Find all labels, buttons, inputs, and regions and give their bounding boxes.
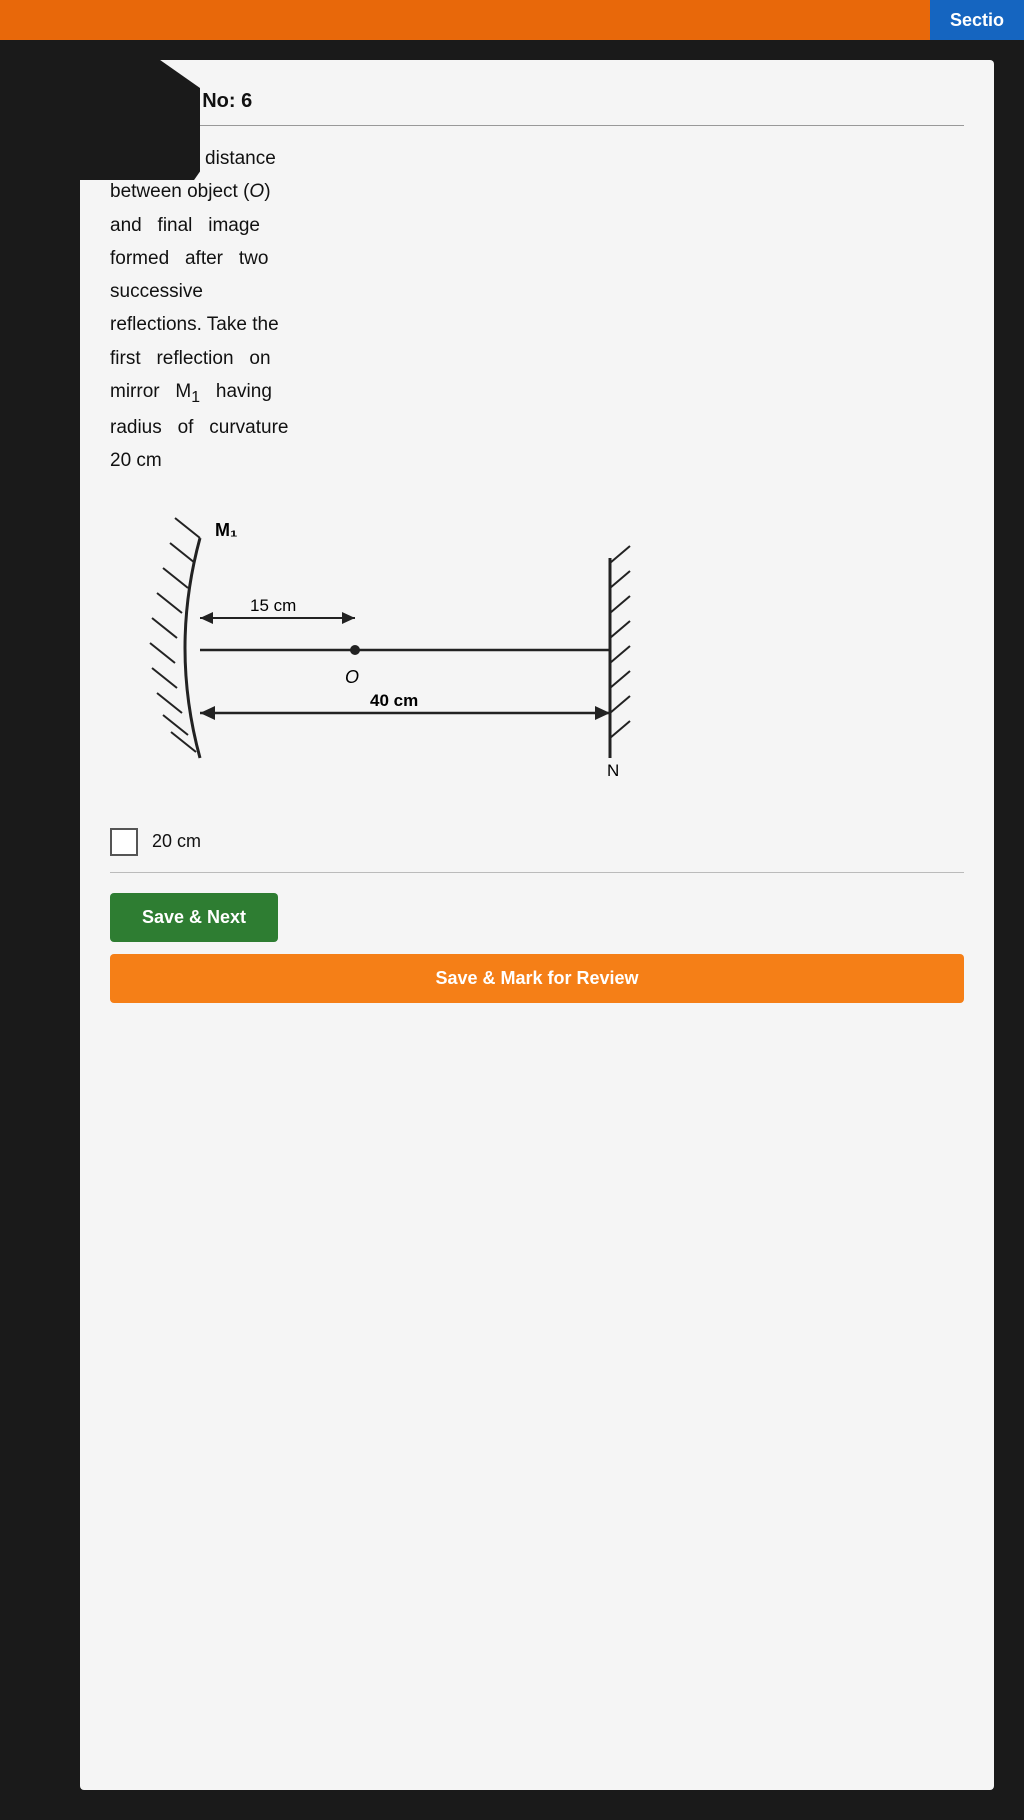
header-bar (0, 0, 1024, 40)
buttons-area: Save & Next Save & Mark for Review (110, 893, 964, 1003)
question-text: Find the distance between object (O) and… (110, 142, 964, 478)
diagonal-overlay (80, 60, 200, 180)
distance-15-label: 15 cm (250, 596, 296, 615)
mirror-m1-hatch (150, 518, 200, 758)
object-label: O (345, 667, 359, 687)
question-header: Question No: 6 (110, 90, 964, 126)
section-label[interactable]: Sectio (930, 0, 1024, 40)
diagram-svg: M₁ 15 cm O (120, 498, 680, 798)
main-card: Question No: 6 Find the distance between… (80, 60, 994, 1790)
option-text-1: 20 cm (152, 831, 201, 852)
n-label: N (607, 761, 619, 780)
m1-label: M₁ (215, 520, 237, 540)
diagram-container: M₁ 15 cm O (120, 498, 680, 798)
answer-option-1: 20 cm (110, 828, 964, 873)
distance-40-label: 40 cm (370, 691, 418, 710)
save-next-button[interactable]: Save & Next (110, 893, 278, 942)
object-dot (350, 645, 360, 655)
checkbox-opt1[interactable] (110, 828, 138, 856)
mark-review-button[interactable]: Save & Mark for Review (110, 954, 964, 1003)
